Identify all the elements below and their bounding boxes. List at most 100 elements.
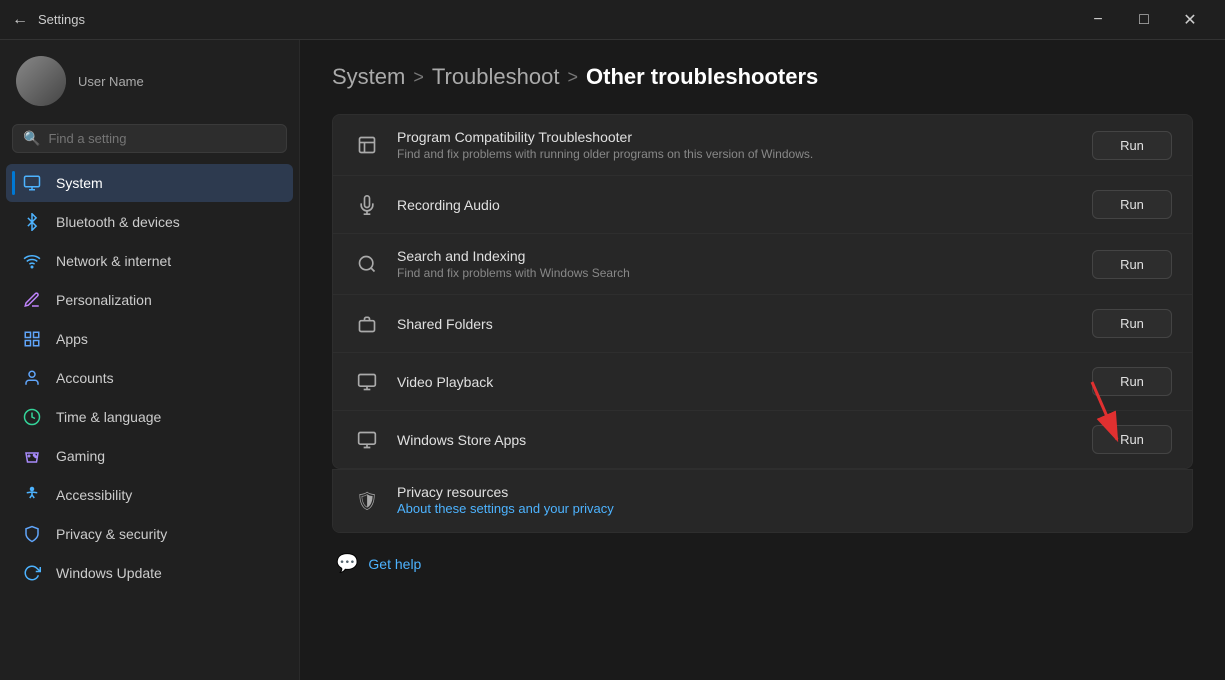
breadcrumb: System > Troubleshoot > Other troublesho… — [332, 64, 1193, 90]
minimize-button[interactable]: − — [1075, 0, 1121, 40]
privacy-resources-section: 🛡 Privacy resources About these settings… — [332, 469, 1193, 533]
update-icon — [22, 563, 42, 583]
shared-folders-info: Shared Folders — [397, 316, 1076, 332]
privacy-resources-info: Privacy resources About these settings a… — [397, 484, 1172, 518]
windows-store-icon — [353, 426, 381, 454]
app-title: Settings — [38, 12, 85, 27]
sidebar: User Name 🔍 System Bluetooth & devices Net… — [0, 40, 300, 680]
sidebar-item-network[interactable]: Network & internet — [6, 242, 293, 280]
close-button[interactable]: ✕ — [1167, 0, 1213, 40]
breadcrumb-sep1: > — [413, 67, 424, 88]
program-compat-title: Program Compatibility Troubleshooter — [397, 129, 1076, 145]
main-content: System > Troubleshoot > Other troublesho… — [300, 40, 1225, 680]
search-input[interactable] — [48, 131, 276, 146]
sidebar-label-accounts: Accounts — [56, 370, 277, 386]
breadcrumb-troubleshoot[interactable]: Troubleshoot — [432, 64, 560, 90]
apps-icon — [22, 329, 42, 349]
app-body: User Name 🔍 System Bluetooth & devices Net… — [0, 40, 1225, 680]
sidebar-label-gaming: Gaming — [56, 448, 277, 464]
video-playback-icon — [353, 368, 381, 396]
sidebar-item-bluetooth[interactable]: Bluetooth & devices — [6, 203, 293, 241]
privacy-resources-link[interactable]: About these settings and your privacy — [397, 501, 614, 516]
ts-item-video-playback: Video Playback Run — [333, 353, 1192, 411]
sidebar-label-system: System — [56, 175, 277, 191]
search-indexing-desc: Find and fix problems with Windows Searc… — [397, 266, 1076, 280]
windows-store-info: Windows Store Apps — [397, 432, 1076, 448]
search-icon: 🔍 — [23, 130, 40, 147]
video-playback-title: Video Playback — [397, 374, 1076, 390]
recording-audio-title: Recording Audio — [397, 197, 1076, 213]
sidebar-item-accessibility[interactable]: Accessibility — [6, 476, 293, 514]
avatar-image — [16, 56, 66, 106]
windows-store-run-button[interactable]: Run — [1092, 425, 1172, 454]
sidebar-item-accounts[interactable]: Accounts — [6, 359, 293, 397]
get-help-row: 💬 Get help — [332, 553, 1193, 574]
breadcrumb-current: Other troubleshooters — [586, 64, 818, 90]
nav-list: System Bluetooth & devices Network & inter… — [0, 163, 299, 593]
sidebar-label-accessibility: Accessibility — [56, 487, 277, 503]
system-icon — [22, 173, 42, 193]
video-playback-info: Video Playback — [397, 374, 1076, 390]
sidebar-item-system[interactable]: System — [6, 164, 293, 202]
sidebar-label-network: Network & internet — [56, 253, 277, 269]
search-indexing-run-button[interactable]: Run — [1092, 250, 1172, 279]
ts-item-program-compat: Program Compatibility Troubleshooter Fin… — [333, 115, 1192, 176]
program-compat-desc: Find and fix problems with running older… — [397, 147, 1076, 161]
search-indexing-info: Search and Indexing Find and fix problem… — [397, 248, 1076, 280]
program-compat-icon — [353, 131, 381, 159]
sidebar-item-update[interactable]: Windows Update — [6, 554, 293, 592]
video-playback-run-button[interactable]: Run — [1092, 367, 1172, 396]
program-compat-info: Program Compatibility Troubleshooter Fin… — [397, 129, 1076, 161]
sidebar-item-gaming[interactable]: Gaming — [6, 437, 293, 475]
search-indexing-icon — [353, 250, 381, 278]
ts-item-windows-store: Windows Store Apps Run — [333, 411, 1192, 468]
gaming-icon — [22, 446, 42, 466]
sidebar-label-time: Time & language — [56, 409, 277, 425]
ts-item-search-indexing: Search and Indexing Find and fix problem… — [333, 234, 1192, 295]
search-indexing-title: Search and Indexing — [397, 248, 1076, 264]
get-help-link[interactable]: Get help — [368, 556, 421, 572]
windows-store-title: Windows Store Apps — [397, 432, 1076, 448]
shared-folders-icon — [353, 310, 381, 338]
time-icon — [22, 407, 42, 427]
sidebar-label-bluetooth: Bluetooth & devices — [56, 214, 277, 230]
window-controls: − □ ✕ — [1075, 0, 1213, 40]
personalization-icon — [22, 290, 42, 310]
sidebar-label-update: Windows Update — [56, 565, 277, 581]
user-profile: User Name — [0, 40, 299, 118]
accounts-icon — [22, 368, 42, 388]
sidebar-item-time[interactable]: Time & language — [6, 398, 293, 436]
sidebar-item-personalization[interactable]: Personalization — [6, 281, 293, 319]
title-bar-left: ← Settings — [12, 11, 85, 29]
privacy-resources-icon: 🛡 — [353, 487, 381, 515]
sidebar-label-privacy: Privacy & security — [56, 526, 277, 542]
breadcrumb-system[interactable]: System — [332, 64, 405, 90]
maximize-button[interactable]: □ — [1121, 0, 1167, 40]
ts-item-recording-audio: Recording Audio Run — [333, 176, 1192, 234]
sidebar-item-privacy[interactable]: Privacy & security — [6, 515, 293, 553]
search-box[interactable]: 🔍 — [12, 124, 287, 153]
privacy-resources-item: 🛡 Privacy resources About these settings… — [333, 470, 1192, 532]
avatar — [16, 56, 66, 106]
ts-item-shared-folders: Shared Folders Run — [333, 295, 1192, 353]
troubleshooter-list: Program Compatibility Troubleshooter Fin… — [332, 114, 1193, 469]
sidebar-label-apps: Apps — [56, 331, 277, 347]
get-help-icon: 💬 — [336, 553, 358, 574]
bluetooth-icon — [22, 212, 42, 232]
privacy-icon — [22, 524, 42, 544]
recording-audio-icon — [353, 191, 381, 219]
profile-name: User Name — [78, 74, 144, 89]
title-bar: ← Settings − □ ✕ — [0, 0, 1225, 40]
shared-folders-run-button[interactable]: Run — [1092, 309, 1172, 338]
sidebar-item-apps[interactable]: Apps — [6, 320, 293, 358]
program-compat-run-button[interactable]: Run — [1092, 131, 1172, 160]
network-icon — [22, 251, 42, 271]
privacy-resources-title: Privacy resources — [397, 484, 1172, 500]
sidebar-label-personalization: Personalization — [56, 292, 277, 308]
back-button[interactable]: ← — [12, 11, 28, 29]
accessibility-icon — [22, 485, 42, 505]
shared-folders-title: Shared Folders — [397, 316, 1076, 332]
recording-audio-info: Recording Audio — [397, 197, 1076, 213]
recording-audio-run-button[interactable]: Run — [1092, 190, 1172, 219]
breadcrumb-sep2: > — [567, 67, 578, 88]
